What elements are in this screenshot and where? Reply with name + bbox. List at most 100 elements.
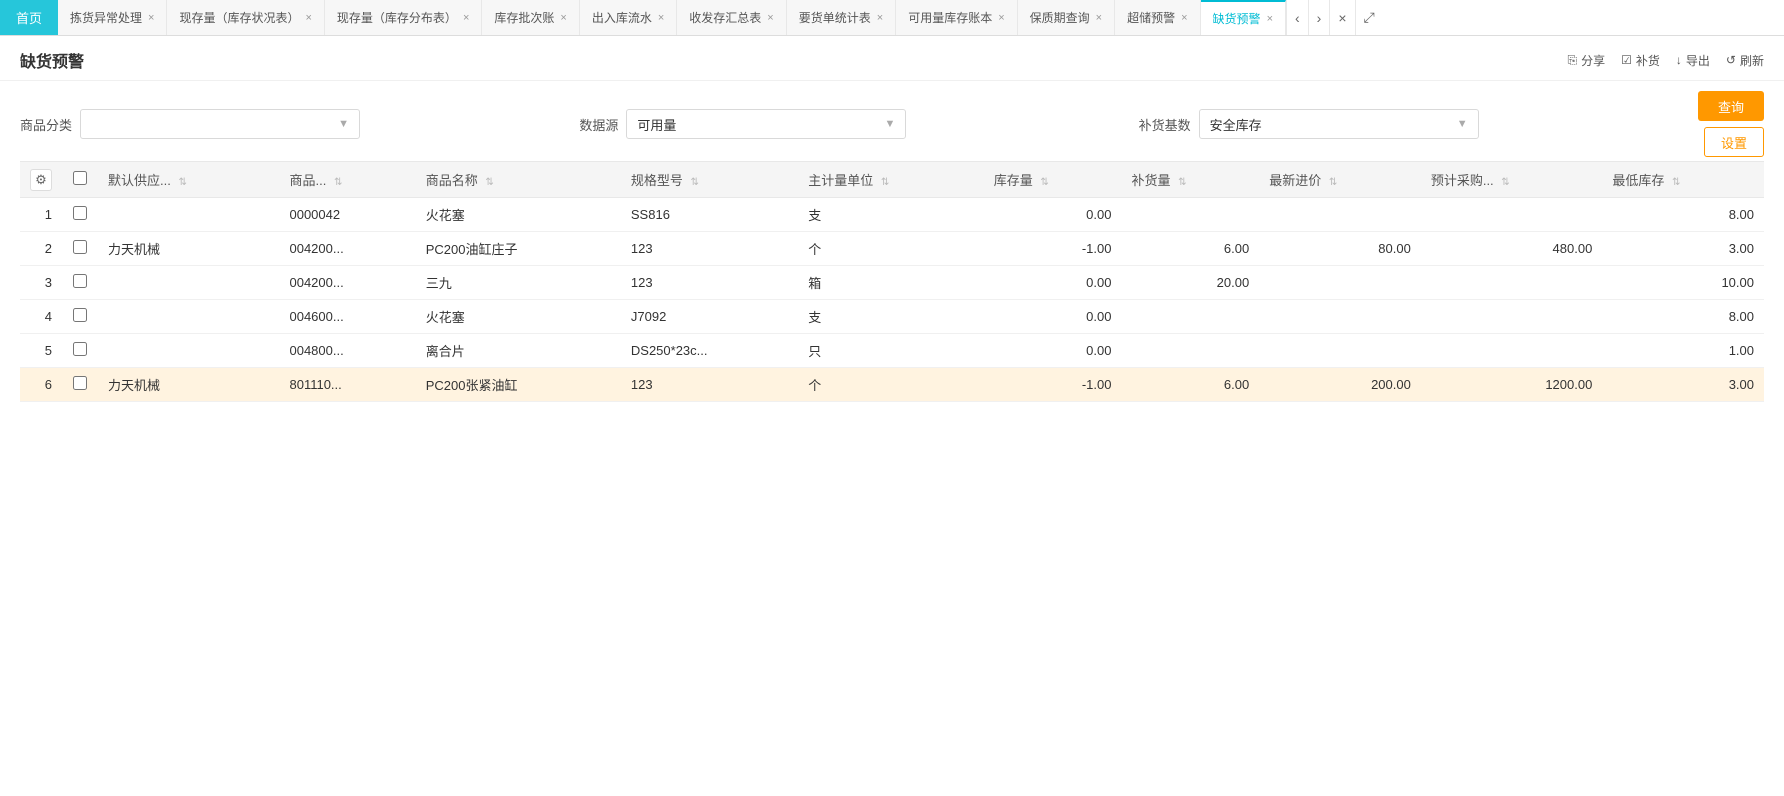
- tab-expiry-close[interactable]: ×: [1096, 12, 1102, 24]
- page-header: 缺货预警 ⎘ 分享 ☑ 补货 ↓ 导出 ↺ 刷新: [0, 36, 1784, 81]
- tab-order-stats-close[interactable]: ×: [877, 12, 883, 24]
- sort-spec-icon[interactable]: ⇅: [691, 177, 699, 188]
- sort-est-purchase-icon[interactable]: ⇅: [1501, 177, 1509, 188]
- tab-expiry[interactable]: 保质期查询 ×: [1018, 0, 1115, 35]
- tab-batch-account-label: 库存批次账: [494, 9, 554, 26]
- table-row: 4 004600... 火花塞 J7092 支 0.00 8.00: [20, 300, 1764, 334]
- row-check-5: [62, 334, 98, 368]
- tab-receipt-summary[interactable]: 收发存汇总表 ×: [677, 0, 786, 35]
- row-check-6: [62, 368, 98, 402]
- column-settings-button[interactable]: ⚙: [30, 169, 52, 191]
- row-supplement-5: [1121, 334, 1259, 368]
- row-goods-code-3: 004200...: [279, 266, 415, 300]
- row-est-purchase-3: [1421, 266, 1602, 300]
- sort-goods-name-icon[interactable]: ⇅: [485, 177, 493, 188]
- row-checkbox-4[interactable]: [73, 308, 87, 322]
- tab-exception-close[interactable]: ×: [148, 12, 154, 24]
- row-goods-name-5: 离合片: [416, 334, 621, 368]
- row-stock-3: 0.00: [984, 266, 1122, 300]
- row-supplier-2: 力天机械: [98, 232, 279, 266]
- row-est-purchase-1: [1421, 198, 1602, 232]
- supplement-base-select[interactable]: 安全库存 ▼: [1199, 109, 1479, 139]
- sort-min-stock-icon[interactable]: ⇅: [1672, 177, 1680, 188]
- tab-home[interactable]: 首页: [0, 0, 58, 35]
- row-unit-2: 个: [798, 232, 983, 266]
- table-row: 2 力天机械 004200... PC200油缸庄子 123 个 -1.00 6…: [20, 232, 1764, 266]
- tab-next-button[interactable]: ›: [1308, 0, 1330, 35]
- tab-inventory-status-close[interactable]: ×: [305, 12, 311, 24]
- settings-button[interactable]: 设置: [1704, 127, 1764, 157]
- sort-stock-icon[interactable]: ⇅: [1040, 177, 1048, 188]
- row-checkbox-5[interactable]: [73, 342, 87, 356]
- row-latest-price-6: 200.00: [1259, 368, 1421, 402]
- tab-batch-account-close[interactable]: ×: [560, 12, 566, 24]
- data-table: ⚙ 默认供应... ⇅ 商品... ⇅ 商品名称 ⇅: [20, 161, 1764, 402]
- sort-supplier-icon[interactable]: ⇅: [178, 177, 186, 188]
- table-body: 1 0000042 火花塞 SS816 支 0.00 8.00 2 力天机械 0…: [20, 198, 1764, 402]
- tab-inout-flow[interactable]: 出入库流水 ×: [580, 0, 677, 35]
- category-filter-select[interactable]: ▼: [80, 109, 360, 139]
- supplement-icon: ☑: [1621, 53, 1632, 67]
- tab-order-stats[interactable]: 要货单统计表 ×: [787, 0, 896, 35]
- tab-close-all-button[interactable]: ×: [1329, 0, 1354, 35]
- sort-supplement-icon[interactable]: ⇅: [1178, 177, 1186, 188]
- tab-available-ledger-close[interactable]: ×: [998, 12, 1004, 24]
- col-header-settings: ⚙: [20, 162, 62, 198]
- row-spec-3: 123: [621, 266, 798, 300]
- filter-supplement-base-group: 补货基数 安全库存 ▼: [1139, 109, 1686, 139]
- row-goods-name-6: PC200张紧油缸: [416, 368, 621, 402]
- supplement-action[interactable]: ☑ 补货: [1621, 52, 1660, 69]
- row-checkbox-1[interactable]: [73, 206, 87, 220]
- tab-inout-flow-label: 出入库流水: [592, 9, 652, 26]
- refresh-action[interactable]: ↺ 刷新: [1726, 52, 1764, 69]
- sort-latest-price-icon[interactable]: ⇅: [1329, 177, 1337, 188]
- row-latest-price-4: [1259, 300, 1421, 334]
- row-min-stock-3: 10.00: [1602, 266, 1764, 300]
- row-checkbox-2[interactable]: [73, 240, 87, 254]
- tab-inventory-dist-label: 现存量（库存分布表）: [337, 9, 457, 26]
- row-goods-code-5: 004800...: [279, 334, 415, 368]
- tab-shortage-close[interactable]: ×: [1267, 13, 1273, 25]
- tab-maximize-button[interactable]: ⤢: [1355, 0, 1383, 35]
- tab-exception[interactable]: 拣货异常处理 ×: [58, 0, 167, 35]
- tab-inout-flow-close[interactable]: ×: [658, 12, 664, 24]
- select-all-checkbox[interactable]: [73, 171, 87, 185]
- table-header-row: ⚙ 默认供应... ⇅ 商品... ⇅ 商品名称 ⇅: [20, 162, 1764, 198]
- table-row: 1 0000042 火花塞 SS816 支 0.00 8.00: [20, 198, 1764, 232]
- col-header-est-purchase: 预计采购... ⇅: [1421, 162, 1602, 198]
- row-goods-code-2: 004200...: [279, 232, 415, 266]
- tab-batch-account[interactable]: 库存批次账 ×: [482, 0, 579, 35]
- refresh-icon: ↺: [1726, 53, 1736, 67]
- tab-next-icon: ›: [1317, 10, 1322, 26]
- datasource-filter-value: 可用量: [637, 115, 676, 134]
- sort-goods-code-icon[interactable]: ⇅: [334, 177, 342, 188]
- tab-inventory-status[interactable]: 现存量（库存状况表） ×: [167, 0, 324, 35]
- row-est-purchase-5: [1421, 334, 1602, 368]
- row-supplier-6: 力天机械: [98, 368, 279, 402]
- row-num-1: 1: [20, 198, 62, 232]
- tab-available-ledger[interactable]: 可用量库存账本 ×: [896, 0, 1017, 35]
- tab-overstock-close[interactable]: ×: [1181, 12, 1187, 24]
- row-checkbox-3[interactable]: [73, 274, 87, 288]
- supplement-base-value: 安全库存: [1210, 115, 1262, 134]
- row-checkbox-6[interactable]: [73, 376, 87, 390]
- share-action[interactable]: ⎘ 分享: [1568, 52, 1606, 69]
- supplement-base-label: 补货基数: [1139, 115, 1191, 134]
- row-min-stock-6: 3.00: [1602, 368, 1764, 402]
- export-action[interactable]: ↓ 导出: [1676, 52, 1710, 69]
- query-button[interactable]: 查询: [1698, 91, 1764, 121]
- export-icon: ↓: [1676, 53, 1682, 67]
- datasource-filter-select[interactable]: 可用量 ▼: [626, 109, 906, 139]
- tab-close-all-icon: ×: [1338, 10, 1346, 26]
- tab-receipt-summary-close[interactable]: ×: [767, 12, 773, 24]
- category-filter-label: 商品分类: [20, 115, 72, 134]
- tab-inventory-dist[interactable]: 现存量（库存分布表） ×: [325, 0, 482, 35]
- tab-prev-button[interactable]: ‹: [1286, 0, 1308, 35]
- tab-inventory-dist-close[interactable]: ×: [463, 12, 469, 24]
- tab-shortage[interactable]: 缺货预警 ×: [1201, 0, 1286, 35]
- tab-receipt-summary-label: 收发存汇总表: [689, 9, 761, 26]
- tab-overstock[interactable]: 超储预警 ×: [1115, 0, 1200, 35]
- col-header-goods-code: 商品... ⇅: [279, 162, 415, 198]
- sort-unit-icon[interactable]: ⇅: [881, 177, 889, 188]
- row-stock-6: -1.00: [984, 368, 1122, 402]
